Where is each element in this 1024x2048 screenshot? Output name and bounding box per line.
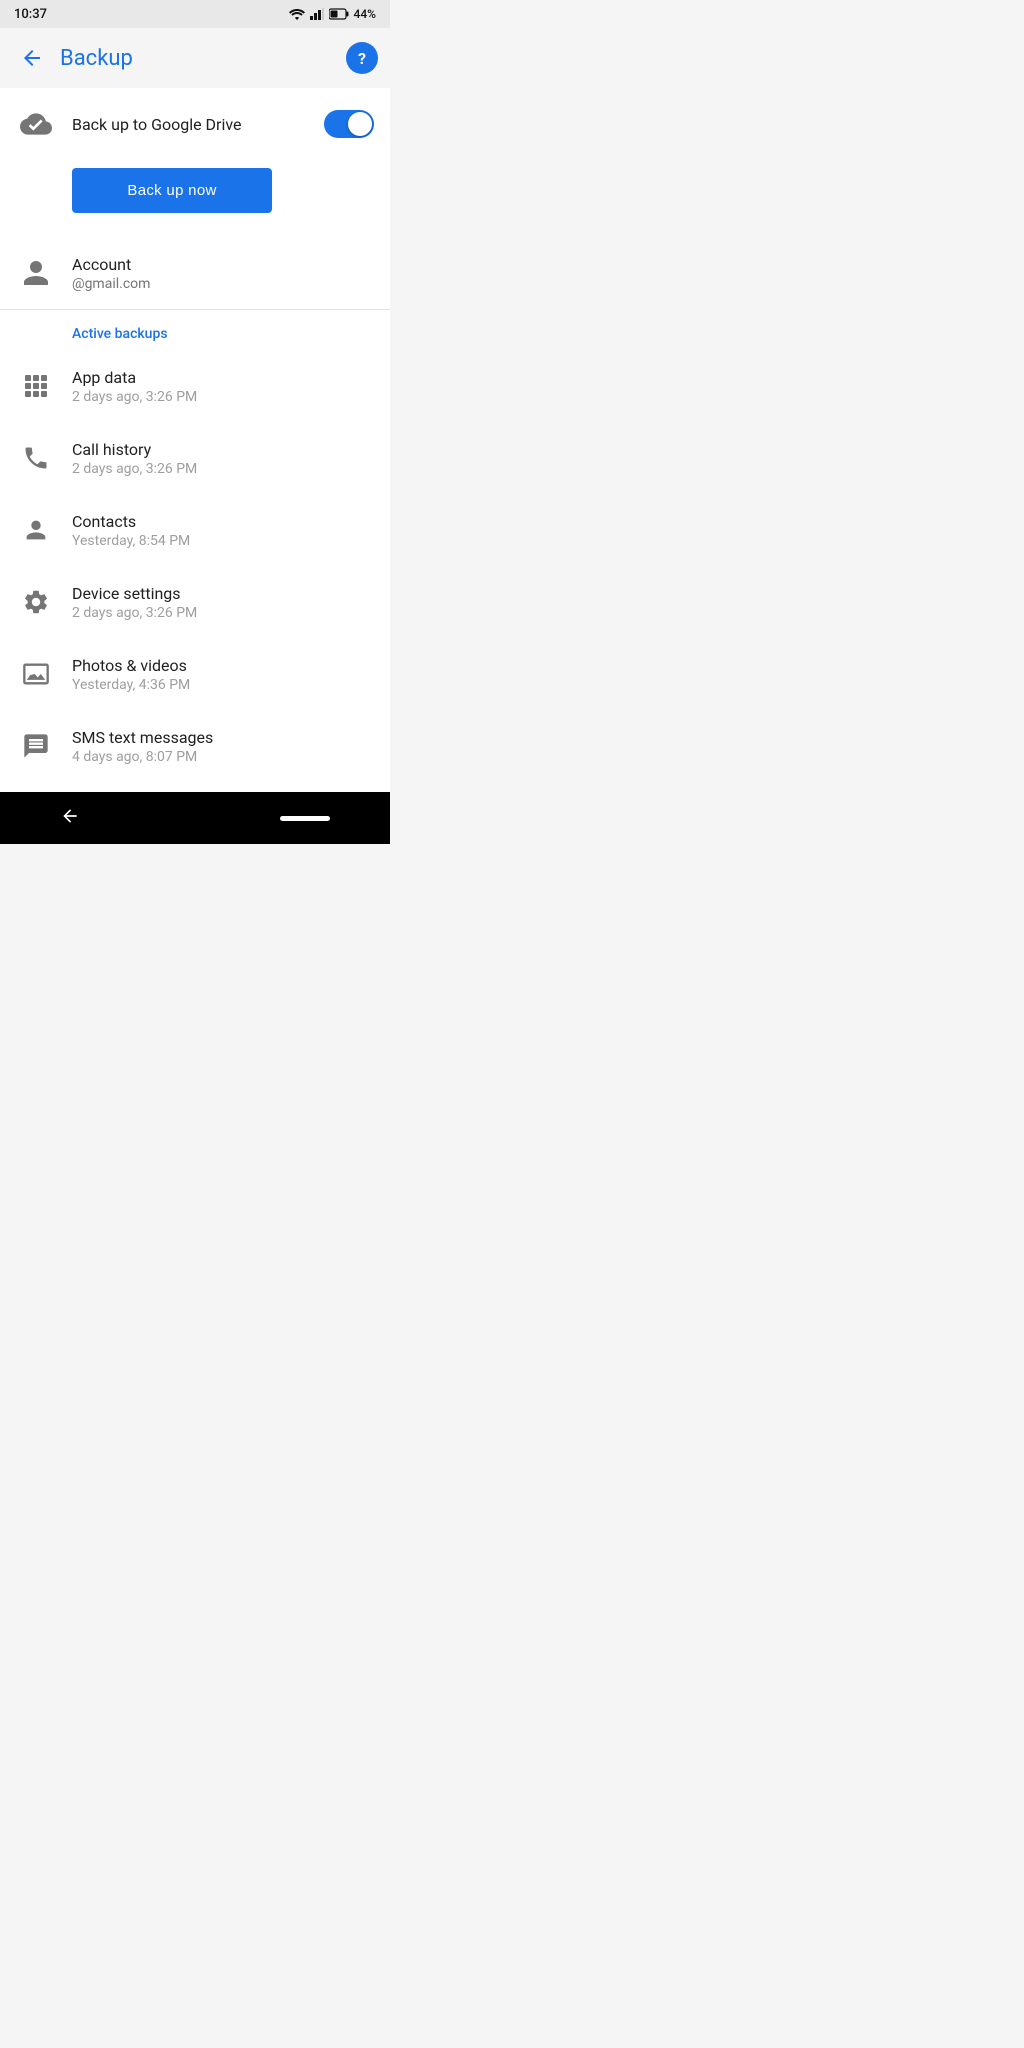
toggle[interactable] xyxy=(324,110,374,138)
backup-toggle-switch[interactable] xyxy=(324,110,374,138)
content-area: Back up to Google Drive Back up now Acco… xyxy=(0,88,390,792)
status-time: 10:37 xyxy=(14,7,47,22)
photos-subtitle: Yesterday, 4:36 PM xyxy=(72,677,374,693)
photos-icon xyxy=(16,654,56,694)
app-bar: Backup ? xyxy=(0,28,390,88)
device-settings-icon xyxy=(16,582,56,622)
call-history-icon xyxy=(16,438,56,478)
backup-toggle-label: Back up to Google Drive xyxy=(72,115,324,134)
account-label: Account xyxy=(72,255,374,274)
navigation-bar xyxy=(0,792,390,844)
sms-icon xyxy=(16,726,56,766)
wifi-icon xyxy=(289,8,305,20)
account-email: @gmail.com xyxy=(72,276,374,292)
contacts-icon xyxy=(16,510,56,550)
battery-percent: 44% xyxy=(354,7,376,21)
call-history-title: Call history xyxy=(72,440,374,459)
contacts-title: Contacts xyxy=(72,512,374,531)
account-text: Account @gmail.com xyxy=(72,255,374,292)
account-row[interactable]: Account @gmail.com xyxy=(0,237,390,309)
backup-item-contacts[interactable]: Contacts Yesterday, 8:54 PM xyxy=(0,494,390,566)
backup-toggle-row: Back up to Google Drive xyxy=(0,88,390,160)
app-data-icon xyxy=(16,366,56,406)
photos-title: Photos & videos xyxy=(72,656,374,675)
backup-item-sms[interactable]: SMS text messages 4 days ago, 8:07 PM xyxy=(0,710,390,782)
active-backups-label: Active backups xyxy=(0,310,390,350)
sms-title: SMS text messages xyxy=(72,728,374,747)
account-icon xyxy=(16,253,56,293)
status-bar: 10:37 44% xyxy=(0,0,390,28)
device-settings-title: Device settings xyxy=(72,584,374,603)
status-icons: 44% xyxy=(289,7,376,21)
backup-item-photos[interactable]: Photos & videos Yesterday, 4:36 PM xyxy=(0,638,390,710)
app-data-text: App data 2 days ago, 3:26 PM xyxy=(72,368,374,405)
device-settings-text: Device settings 2 days ago, 3:26 PM xyxy=(72,584,374,621)
help-button[interactable]: ? xyxy=(346,42,378,74)
sms-text: SMS text messages 4 days ago, 8:07 PM xyxy=(72,728,374,765)
app-data-title: App data xyxy=(72,368,374,387)
toggle-track xyxy=(324,110,374,138)
backup-item-device-settings[interactable]: Device settings 2 days ago, 3:26 PM xyxy=(0,566,390,638)
back-button[interactable] xyxy=(12,38,52,78)
app-data-subtitle: 2 days ago, 3:26 PM xyxy=(72,389,374,405)
nav-back-button[interactable] xyxy=(60,806,80,831)
backup-toggle-text: Back up to Google Drive xyxy=(72,115,324,134)
toggle-thumb xyxy=(348,112,372,136)
page-title: Backup xyxy=(60,46,346,71)
device-settings-subtitle: 2 days ago, 3:26 PM xyxy=(72,605,374,621)
backup-item-call-history[interactable]: Call history 2 days ago, 3:26 PM xyxy=(0,422,390,494)
battery-icon xyxy=(329,8,349,20)
signal-icon xyxy=(310,8,324,20)
backup-now-button[interactable]: Back up now xyxy=(72,168,272,213)
nav-home-indicator[interactable] xyxy=(280,816,330,821)
backup-now-container: Back up now xyxy=(0,160,390,237)
call-history-text: Call history 2 days ago, 3:26 PM xyxy=(72,440,374,477)
photos-text: Photos & videos Yesterday, 4:36 PM xyxy=(72,656,374,693)
cloud-check-icon xyxy=(16,104,56,144)
grid-icon xyxy=(25,375,47,397)
backup-item-app-data[interactable]: App data 2 days ago, 3:26 PM xyxy=(0,350,390,422)
call-history-subtitle: 2 days ago, 3:26 PM xyxy=(72,461,374,477)
contacts-subtitle: Yesterday, 8:54 PM xyxy=(72,533,374,549)
sms-subtitle: 4 days ago, 8:07 PM xyxy=(72,749,374,765)
contacts-text: Contacts Yesterday, 8:54 PM xyxy=(72,512,374,549)
